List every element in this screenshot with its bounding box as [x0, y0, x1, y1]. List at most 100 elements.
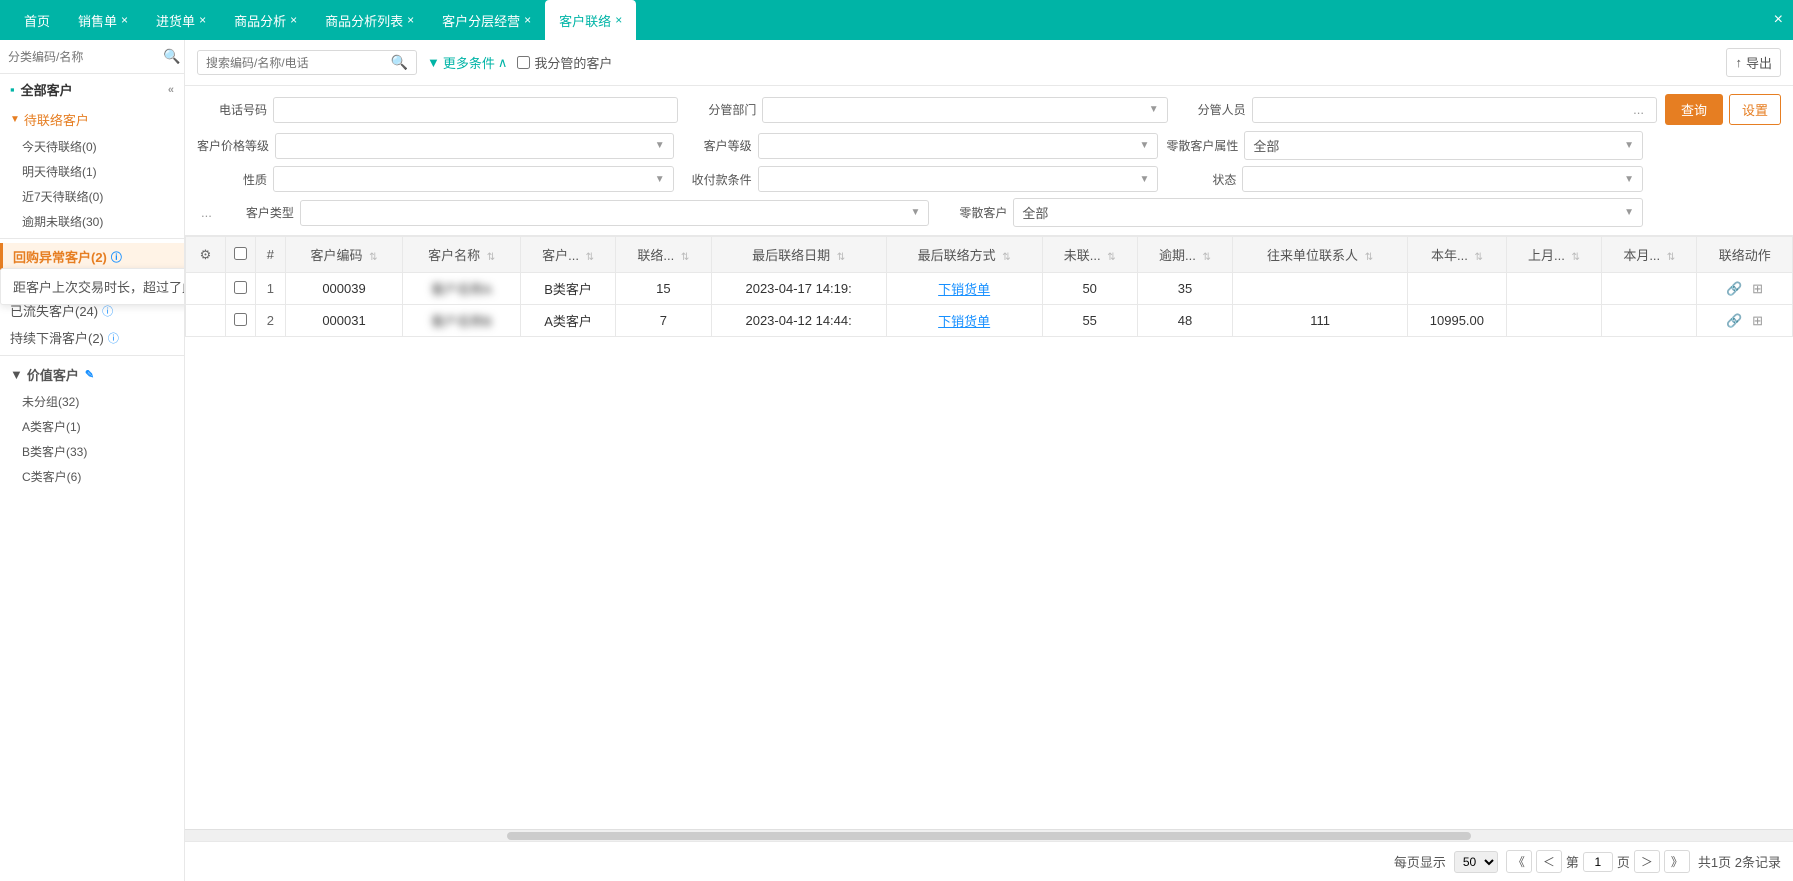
row2-unreached: 55: [1042, 305, 1137, 337]
payment-select[interactable]: ▼: [758, 166, 1159, 192]
sidebar-item-unclassified[interactable]: 未分组(32): [0, 389, 184, 414]
sort-unreached-icon[interactable]: ⇅: [1107, 252, 1115, 263]
dept-select[interactable]: ▼: [762, 97, 1167, 123]
row1-contact: 15: [616, 273, 711, 305]
horizontal-scrollbar[interactable]: [185, 829, 1793, 841]
prev-page-btn[interactable]: ＜: [1536, 850, 1562, 873]
next-page-btn[interactable]: ＞: [1634, 850, 1660, 873]
price-level-select[interactable]: ▼: [275, 133, 674, 159]
gender-select[interactable]: ▼: [273, 166, 674, 192]
edit-icon-value[interactable]: ✎: [85, 368, 94, 381]
sidebar-item-c-class[interactable]: C类客户(6): [0, 464, 184, 489]
sidebar-item-declining[interactable]: 持续下滑客户(2) ⓘ: [0, 324, 184, 351]
sidebar-item-tomorrow[interactable]: 明天待联络(1): [0, 159, 184, 184]
query-button[interactable]: 查询: [1665, 94, 1723, 125]
nav-close-sales[interactable]: ×: [121, 13, 128, 27]
sort-unit-icon[interactable]: ⇅: [1365, 252, 1373, 263]
row1-link-icon[interactable]: 🔗: [1726, 281, 1742, 296]
nav-product-analysis-list[interactable]: 商品分析列表 ×: [311, 0, 428, 40]
search-icon[interactable]: 🔍: [391, 54, 408, 71]
window-close-icon[interactable]: ×: [1774, 11, 1783, 29]
settings-button[interactable]: 设置: [1729, 94, 1781, 125]
page-size-select[interactable]: 50: [1454, 851, 1498, 873]
filter-row-2: 客户价格等级 ▼ 客户等级 ▼ 零散客户属性 全部: [197, 131, 1781, 160]
row2-link-icon[interactable]: 🔗: [1726, 313, 1742, 328]
status-select[interactable]: ▼: [1242, 166, 1643, 192]
my-customers-checkbox[interactable]: 我分管的客户: [517, 53, 612, 72]
sidebar-item-overdue[interactable]: 逾期未联络(30): [0, 209, 184, 234]
info-icon-declining[interactable]: ⓘ: [108, 330, 119, 346]
nav-home[interactable]: 首页: [10, 0, 64, 40]
gear-icon[interactable]: ⚙: [200, 247, 212, 262]
sort-code-icon[interactable]: ⇅: [369, 252, 377, 263]
last-page-btn[interactable]: 》: [1664, 850, 1690, 873]
more-dots[interactable]: ...: [197, 205, 216, 220]
row2-check[interactable]: [234, 313, 247, 326]
row2-checkbox[interactable]: [226, 305, 256, 337]
row2-index: 2: [256, 305, 286, 337]
sidebar-item-a-class[interactable]: A类客户(1): [0, 414, 184, 439]
sort-contact-icon[interactable]: ⇅: [681, 252, 689, 263]
sidebar-search-input[interactable]: [8, 50, 163, 64]
manager-dots[interactable]: ...: [1629, 102, 1648, 117]
nav-close-product-analysis[interactable]: ×: [290, 13, 297, 27]
row1-grid-icon[interactable]: ⊞: [1752, 281, 1763, 296]
sort-method-icon[interactable]: ⇅: [1002, 252, 1010, 263]
nav-customer-segment[interactable]: 客户分层经营 ×: [428, 0, 545, 40]
col-contact: 联络... ⇅: [616, 237, 711, 273]
sidebar-collapse-btn[interactable]: «: [168, 84, 174, 96]
customer-type-select[interactable]: ▼: [300, 200, 930, 226]
sort-lastmonth-icon[interactable]: ⇅: [1571, 252, 1579, 263]
nav-customer-contact[interactable]: 客户联络 ×: [545, 0, 636, 40]
expand-icon: ▪: [10, 82, 15, 97]
row2-grid-icon[interactable]: ⊞: [1752, 313, 1763, 328]
sort-year-icon[interactable]: ⇅: [1474, 252, 1482, 263]
export-btn[interactable]: ↑ 导出: [1726, 48, 1781, 77]
sidebar-item-7days[interactable]: 近7天待联络(0): [0, 184, 184, 209]
nav-purchase[interactable]: 进货单 ×: [142, 0, 220, 40]
select-all-checkbox[interactable]: [234, 247, 247, 260]
sidebar-group-title-pending[interactable]: ▼ 待联络客户: [0, 105, 184, 134]
sidebar-item-b-class[interactable]: B类客户(33): [0, 439, 184, 464]
search-input[interactable]: [206, 56, 391, 70]
my-customers-check[interactable]: [517, 56, 530, 69]
sort-thismonth-icon[interactable]: ⇅: [1667, 252, 1675, 263]
col-code: 客户编码 ⇅: [285, 237, 403, 273]
sort-category-icon[interactable]: ⇅: [586, 252, 594, 263]
row1-checkbox[interactable]: [226, 273, 256, 305]
retail-attr-select[interactable]: 全部 ▼: [1244, 131, 1643, 160]
first-page-btn[interactable]: 《: [1506, 850, 1532, 873]
retail-customer-select[interactable]: 全部 ▼: [1013, 198, 1643, 227]
page-input[interactable]: [1583, 852, 1613, 872]
nav-product-analysis[interactable]: 商品分析 ×: [220, 0, 311, 40]
sidebar-all-customers[interactable]: ▪ 全部客户 «: [0, 74, 184, 105]
info-icon-repurchase[interactable]: ⓘ: [111, 249, 122, 265]
sort-date-icon[interactable]: ⇅: [837, 252, 845, 263]
manager-select[interactable]: ...: [1252, 97, 1657, 123]
sidebar-item-repurchase-abnormal[interactable]: 回购异常客户(2) ⓘ: [0, 243, 184, 270]
nav-close-purchase[interactable]: ×: [199, 13, 206, 27]
customer-level-select[interactable]: ▼: [758, 133, 1159, 159]
sort-name-icon[interactable]: ⇅: [487, 252, 495, 263]
col-settings[interactable]: ⚙: [186, 237, 226, 273]
phone-input[interactable]: [273, 97, 678, 123]
row1-action[interactable]: 🔗 ⊞: [1697, 273, 1793, 305]
sort-overdue-icon[interactable]: ⇅: [1203, 252, 1211, 263]
nav-close-product-analysis-list[interactable]: ×: [407, 13, 414, 27]
row1-last-method[interactable]: 下销货单: [886, 273, 1042, 305]
sidebar-item-today[interactable]: 今天待联络(0): [0, 134, 184, 159]
more-conditions-btn[interactable]: ▼ 更多条件 ∧: [427, 53, 507, 72]
nav-sales[interactable]: 销售单 ×: [64, 0, 142, 40]
nav-close-customer-segment[interactable]: ×: [524, 13, 531, 27]
dept-arrow-icon: ▼: [1149, 104, 1159, 115]
sidebar-search-icon[interactable]: 🔍: [163, 48, 180, 65]
row1-check[interactable]: [234, 281, 247, 294]
col-this-month: 本月... ⇅: [1602, 237, 1697, 273]
nav-close-customer-contact[interactable]: ×: [615, 13, 622, 27]
sidebar-group2-title[interactable]: ▼ 价值客户 ✎: [0, 360, 184, 389]
row2-action[interactable]: 🔗 ⊞: [1697, 305, 1793, 337]
row2-last-method[interactable]: 下销货单: [886, 305, 1042, 337]
scrollbar-thumb[interactable]: [507, 832, 1472, 840]
col-checkbox: [226, 237, 256, 273]
col-action: 联络动作: [1697, 237, 1793, 273]
